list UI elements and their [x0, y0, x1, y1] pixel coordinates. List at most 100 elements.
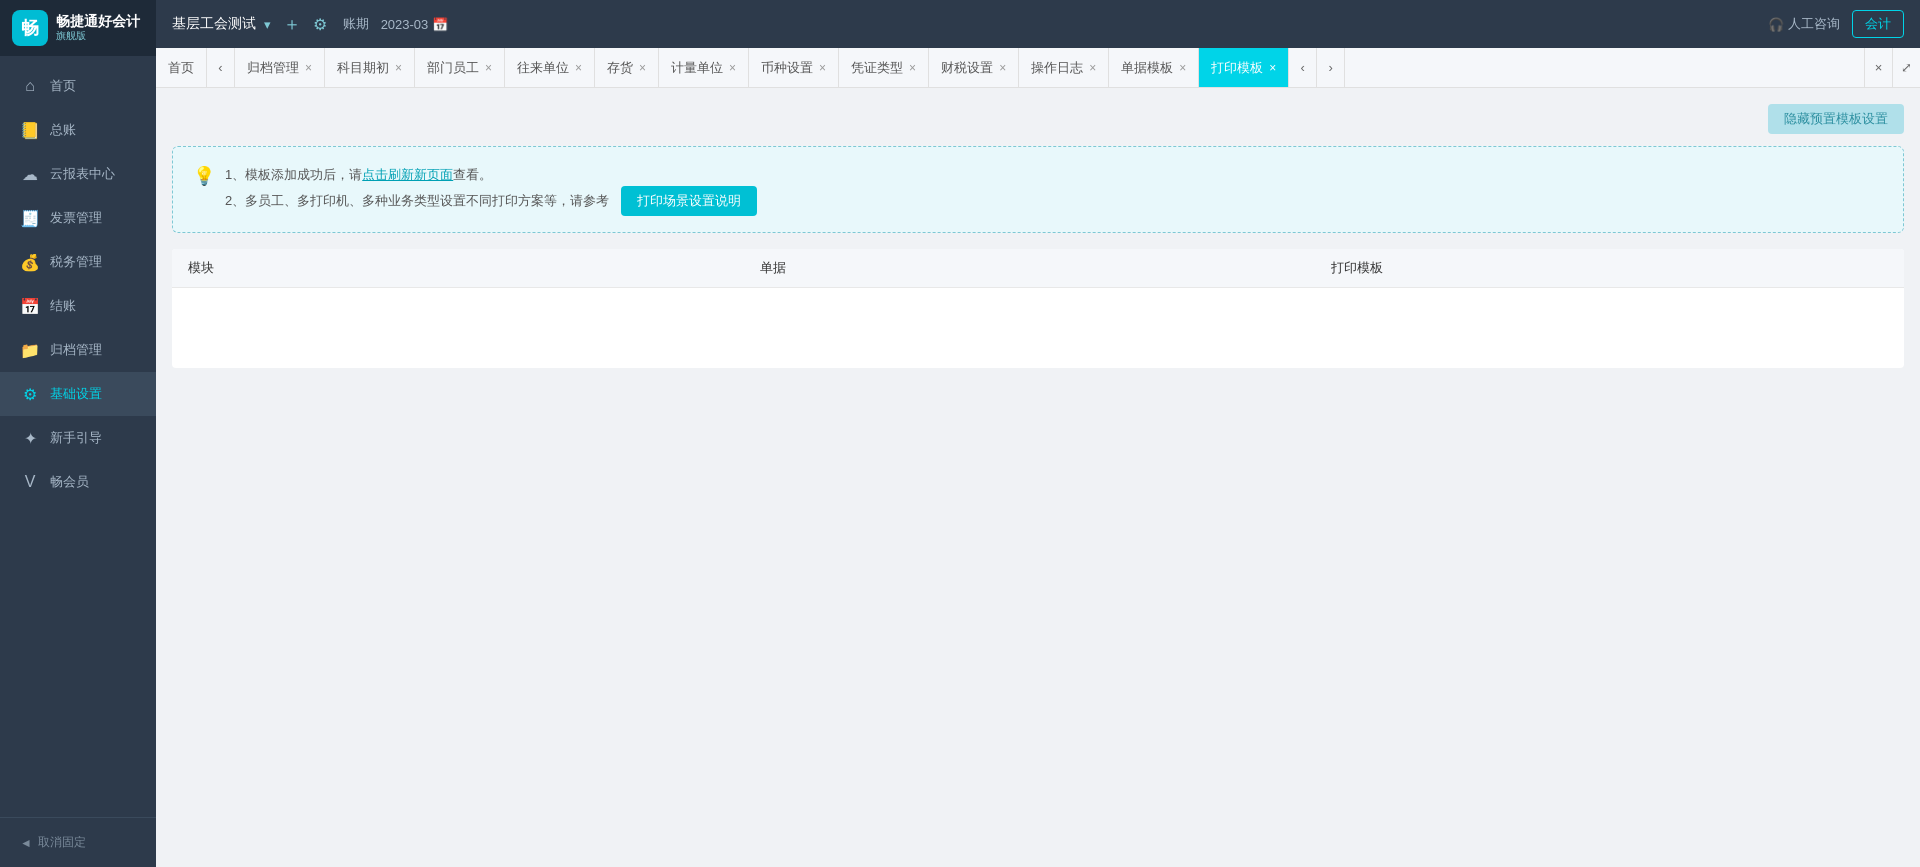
col-template: 打印模板 [1315, 249, 1904, 287]
tab-unit[interactable]: 计量单位× [659, 48, 749, 88]
tab-label-single-template: 单据模板 [1121, 59, 1173, 77]
tab-label-tax-settings: 财税设置 [941, 59, 993, 77]
tax-icon: 💰 [20, 252, 40, 272]
archive-label: 归档管理 [50, 341, 102, 359]
tab-expand-icon[interactable]: ⤢ [1892, 48, 1920, 88]
help-button[interactable]: 🎧 人工咨询 [1768, 15, 1840, 33]
info-line-2: 2、多员工、多打印机、多种业务类型设置不同打印方案等，请参考 打印场景设置说明 [225, 186, 1883, 216]
add-company-icon[interactable]: ＋ [283, 12, 301, 36]
tab-print-template[interactable]: 打印模板× [1199, 48, 1289, 88]
sidebar-item-reports[interactable]: ☁ 云报表中心 [0, 152, 156, 196]
topbar-right: 🎧 人工咨询 会计 [1768, 10, 1904, 38]
logo-icon: 畅 [12, 10, 48, 46]
tax-label: 税务管理 [50, 253, 102, 271]
sidebar-logo: 畅 畅捷通好会计 旗舰版 [0, 0, 156, 56]
tab-label-currency: 币种设置 [761, 59, 813, 77]
print-template-table: 模块 单据 打印模板 [172, 249, 1904, 368]
company-dropdown-icon[interactable]: ▾ [264, 17, 271, 32]
tab-close-tax-settings[interactable]: × [999, 61, 1006, 75]
topbar: 基层工会测试 ▾ ＋ ⚙ 账期 2023-03 📅 🎧 人工咨询 会计 [156, 0, 1920, 48]
reports-icon: ☁ [20, 164, 40, 184]
closing-label: 结账 [50, 297, 76, 315]
headset-icon: 🎧 [1768, 17, 1784, 32]
tab-close-print-template[interactable]: × [1269, 61, 1276, 75]
ledger-icon: 📒 [20, 120, 40, 140]
info-box: 💡 1、模板添加成功后，请点击刷新新页面查看。 2、多员工、多打印机、多种业务类… [172, 146, 1904, 233]
tab-home[interactable]: 首页 [156, 48, 207, 88]
tab-operation-log[interactable]: 操作日志 × [1019, 48, 1109, 88]
ledger-label: 总账 [50, 121, 76, 139]
refresh-link[interactable]: 点击刷新新页面 [362, 167, 453, 182]
account-button[interactable]: 会计 [1852, 10, 1904, 38]
sidebar: 畅 畅捷通好会计 旗舰版 ⌂ 首页 📒 总账 ☁ 云报表中心 🧾 发票管理 💰 … [0, 0, 156, 867]
sidebar-item-archive[interactable]: 📁 归档管理 [0, 328, 156, 372]
tab-department[interactable]: 部门员工 × [415, 48, 505, 88]
tab-close-all-icon[interactable]: × [1864, 48, 1892, 88]
company-name: 基层工会测试 [172, 15, 256, 33]
tab-label-subject: 科目期初 [337, 59, 389, 77]
logo-text: 畅捷通好会计 旗舰版 [56, 13, 140, 44]
hide-preview-button[interactable]: 隐藏预置模板设置 [1768, 104, 1904, 134]
tab-close-department[interactable]: × [485, 61, 492, 75]
sidebar-item-closing[interactable]: 📅 结账 [0, 284, 156, 328]
sidebar-item-invoice[interactable]: 🧾 发票管理 [0, 196, 156, 240]
sidebar-footer-unpin[interactable]: ◄ 取消固定 [0, 817, 156, 867]
sidebar-nav: ⌂ 首页 📒 总账 ☁ 云报表中心 🧾 发票管理 💰 税务管理 📅 结账 📁 归… [0, 56, 156, 817]
guide-icon: ✦ [20, 428, 40, 448]
col-module: 模块 [172, 249, 744, 287]
settings-label: 基础设置 [50, 385, 102, 403]
tabbar: 首页‹归档管理×科目期初×部门员工×往来单位×存货×计量单位×币种设置×凭证类型… [156, 48, 1920, 88]
tab-close-subject[interactable]: × [395, 61, 402, 75]
reports-label: 云报表中心 [50, 165, 115, 183]
tab-tax-settings[interactable]: 财税设置 × [929, 48, 1019, 88]
sidebar-item-settings[interactable]: ⚙ 基础设置 [0, 372, 156, 416]
tab-voucher[interactable]: 凭证类型 × [839, 48, 929, 88]
tab-close-archive[interactable]: × [305, 61, 312, 75]
table-header: 模块 单据 打印模板 [172, 249, 1904, 288]
tab-close-operation-log[interactable]: × [1089, 61, 1096, 75]
lightbulb-icon: 💡 [193, 165, 215, 187]
settings-gear-icon[interactable]: ⚙ [313, 15, 327, 34]
tab-currency[interactable]: 币种设置 × [749, 48, 839, 88]
sidebar-item-guide[interactable]: ✦ 新手引导 [0, 416, 156, 460]
info-line-1: 1、模板添加成功后，请点击刷新新页面查看。 [225, 163, 1883, 186]
calendar-icon[interactable]: 📅 [432, 17, 448, 32]
tab-close-partner[interactable]: × [575, 61, 582, 75]
member-icon: V [20, 472, 40, 492]
scene-settings-button[interactable]: 打印场景设置说明 [621, 186, 757, 216]
tab-close-unit[interactable]: × [729, 61, 736, 75]
tab-label-operation-log: 操作日志 [1031, 59, 1083, 77]
sidebar-footer-label: 取消固定 [38, 834, 86, 851]
tab-next-icon[interactable]: › [1317, 48, 1345, 88]
tab-single-template[interactable]: 单据模板 × [1109, 48, 1199, 88]
sidebar-item-tax[interactable]: 💰 税务管理 [0, 240, 156, 284]
topbar-left: 基层工会测试 ▾ ＋ ⚙ 账期 2023-03 📅 [172, 12, 448, 36]
home-icon: ⌂ [20, 76, 40, 96]
tab-close-currency[interactable]: × [819, 61, 826, 75]
tab-archive[interactable]: 归档管理× [235, 48, 325, 88]
tab-subject[interactable]: 科目期初 × [325, 48, 415, 88]
member-label: 畅会员 [50, 473, 89, 491]
tab-label-department: 部门员工 [427, 59, 479, 77]
archive-icon: 📁 [20, 340, 40, 360]
table-body [172, 288, 1904, 368]
sidebar-item-home[interactable]: ⌂ 首页 [0, 64, 156, 108]
col-document: 单据 [744, 249, 1316, 287]
tab-inventory[interactable]: 存货× [595, 48, 659, 88]
tab-close-single-template[interactable]: × [1179, 61, 1186, 75]
main-area: 基层工会测试 ▾ ＋ ⚙ 账期 2023-03 📅 🎧 人工咨询 会计 [156, 0, 1920, 867]
tab-partner[interactable]: 往来单位× [505, 48, 595, 88]
unpin-icon: ◄ [20, 836, 32, 850]
tab-back-icon[interactable]: ‹ [207, 48, 235, 88]
invoice-icon: 🧾 [20, 208, 40, 228]
sidebar-item-member[interactable]: V 畅会员 [0, 460, 156, 504]
sidebar-item-ledger[interactable]: 📒 总账 [0, 108, 156, 152]
home-label: 首页 [50, 77, 76, 95]
tab-label-voucher: 凭证类型 [851, 59, 903, 77]
guide-label: 新手引导 [50, 429, 102, 447]
invoice-label: 发票管理 [50, 209, 102, 227]
tab-close-inventory[interactable]: × [639, 61, 646, 75]
tab-prev-icon[interactable]: ‹ [1289, 48, 1317, 88]
tab-close-voucher[interactable]: × [909, 61, 916, 75]
hide-preview-section: 隐藏预置模板设置 [172, 104, 1904, 134]
